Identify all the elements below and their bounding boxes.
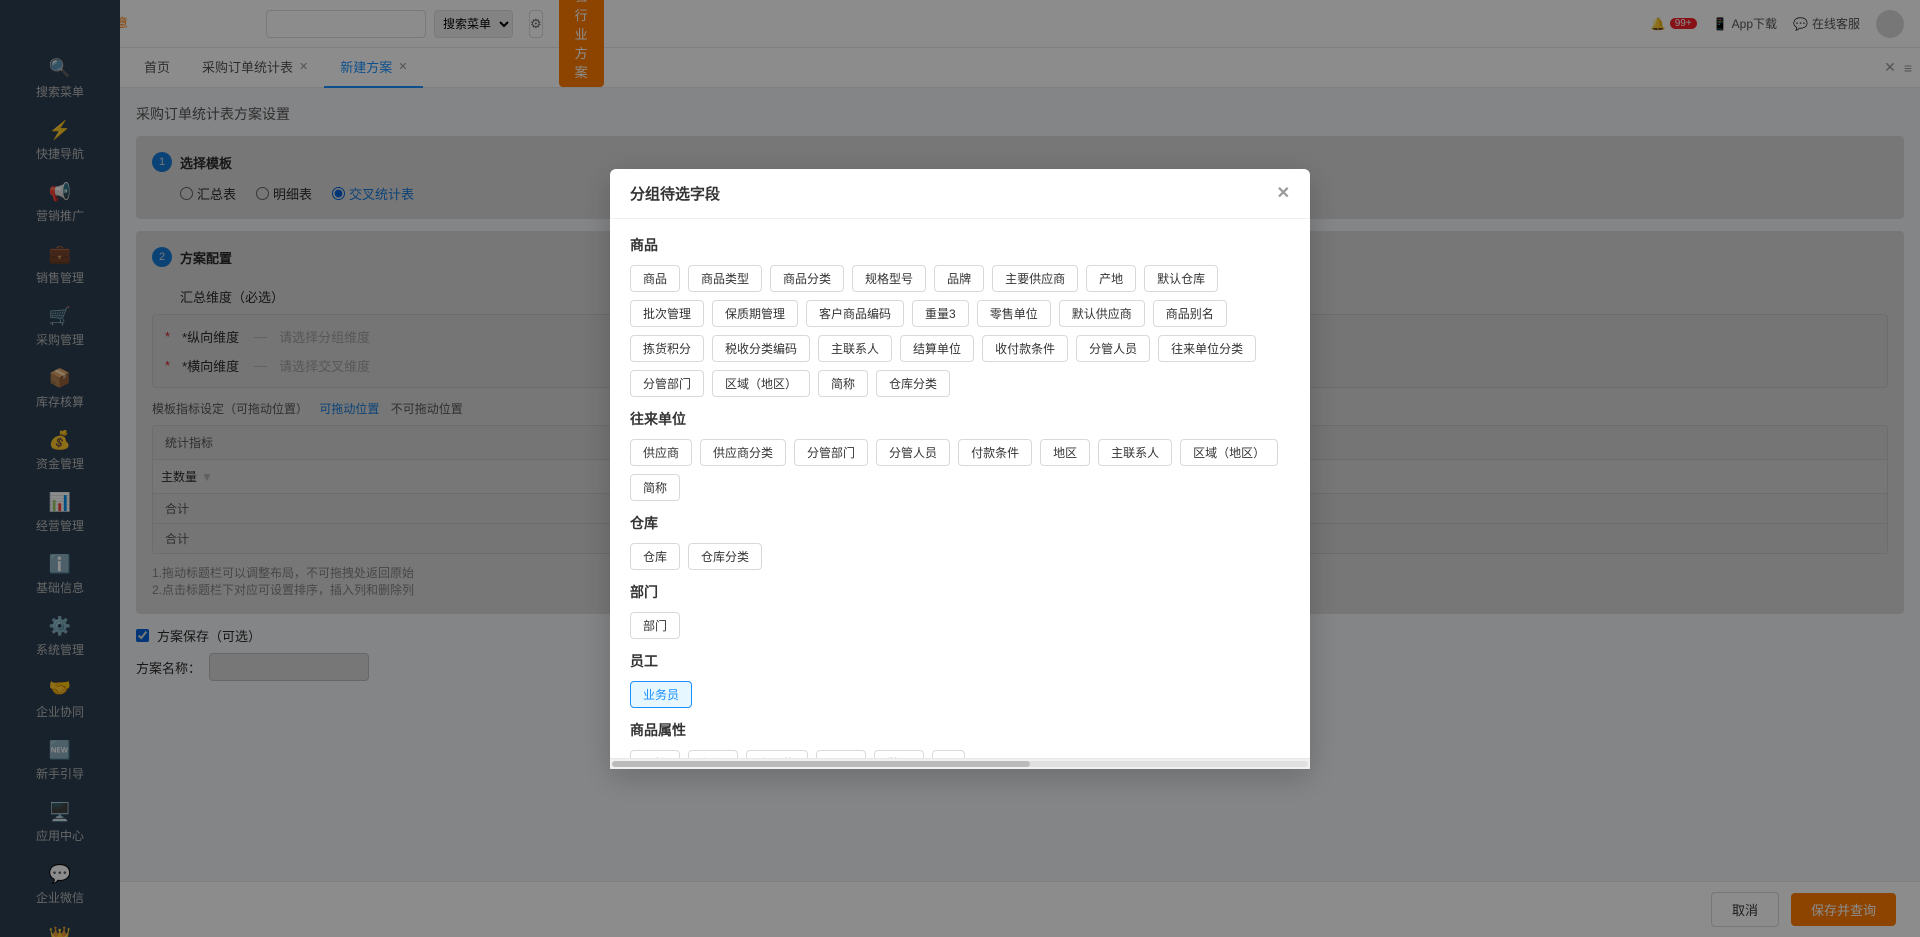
field-tag-region2[interactable]: 地区: [1040, 439, 1090, 466]
field-tag-dept1[interactable]: 分管部门: [630, 370, 704, 397]
modal-title: 分组待选字段: [630, 183, 720, 204]
field-tag-goods-category[interactable]: 商品分类: [770, 265, 844, 292]
field-tag-tax-code[interactable]: 税收分类编码: [712, 335, 810, 362]
field-tag-counterpart-category[interactable]: 往来单位分类: [1158, 335, 1256, 362]
modal-body[interactable]: 商品 商品 商品类型 商品分类 规格型号 品牌 主要供应商 产地 默认仓库 批次…: [610, 219, 1310, 758]
field-tag-short-name2[interactable]: 简称: [630, 474, 680, 501]
field-tag-settlement-unit[interactable]: 结算单位: [900, 335, 974, 362]
field-tag-warehouse-cat[interactable]: 仓库分类: [688, 543, 762, 570]
section-title-goods-attr: 商品属性: [630, 720, 1290, 740]
field-tag-supplier[interactable]: 供应商: [630, 439, 692, 466]
field-tag-default-warehouse[interactable]: 默认仓库: [1144, 265, 1218, 292]
modal-header: 分组待选字段 ✕: [610, 169, 1310, 219]
scroll-thumb: [612, 761, 1030, 767]
field-tag-main-contact1[interactable]: 主联系人: [818, 335, 892, 362]
modal-horizontal-scrollbar[interactable]: [610, 758, 1310, 769]
dept-fields: 部门: [630, 612, 1290, 639]
field-tag-origin[interactable]: 产地: [1086, 265, 1136, 292]
section-title-warehouse: 仓库: [630, 513, 1290, 533]
field-tag-responsible-person[interactable]: 分管人员: [1076, 335, 1150, 362]
field-tag-supplier-category[interactable]: 供应商分类: [700, 439, 786, 466]
goods-attr-fields: 属性 颜色 多规格 尺码 鞋码 1: [630, 750, 1290, 758]
field-tag-size[interactable]: 尺码: [816, 750, 866, 758]
counterpart-fields: 供应商 供应商分类 分管部门 分管人员 付款条件 地区 主联系人 区域（地区） …: [630, 439, 1290, 501]
field-tag-batch-manage[interactable]: 批次管理: [630, 300, 704, 327]
section-title-dept: 部门: [630, 582, 1290, 602]
field-tag-shoe-size[interactable]: 鞋码: [874, 750, 924, 758]
field-tag-region1[interactable]: 区域（地区）: [712, 370, 810, 397]
field-tag-warehouse-category1[interactable]: 仓库分类: [876, 370, 950, 397]
field-tag-weight3[interactable]: 重量3: [912, 300, 969, 327]
field-tag-goods-type[interactable]: 商品类型: [688, 265, 762, 292]
field-tag-multi-spec[interactable]: 多规格: [746, 750, 808, 758]
field-tag-customer-code[interactable]: 客户商品编码: [806, 300, 904, 327]
section-title-staff: 员工: [630, 651, 1290, 671]
field-select-modal: 分组待选字段 ✕ 商品 商品 商品类型 商品分类 规格型号 品牌 主要供应商 产…: [610, 169, 1310, 769]
scroll-track: [612, 761, 1308, 767]
modal-overlay: 分组待选字段 ✕ 商品 商品 商品类型 商品分类 规格型号 品牌 主要供应商 产…: [0, 0, 1920, 937]
staff-fields: 业务员: [630, 681, 1290, 708]
goods-fields: 商品 商品类型 商品分类 规格型号 品牌 主要供应商 产地 默认仓库 批次管理 …: [630, 265, 1290, 397]
section-title-goods: 商品: [630, 235, 1290, 255]
field-tag-color[interactable]: 颜色: [688, 750, 738, 758]
field-tag-brand[interactable]: 品牌: [934, 265, 984, 292]
field-tag-retail-unit[interactable]: 零售单位: [977, 300, 1051, 327]
field-tag-dept2[interactable]: 分管部门: [794, 439, 868, 466]
warehouse-fields: 仓库 仓库分类: [630, 543, 1290, 570]
field-tag-pick-points[interactable]: 拣货积分: [630, 335, 704, 362]
field-tag-main-contact2[interactable]: 主联系人: [1098, 439, 1172, 466]
field-tag-salesperson[interactable]: 业务员: [630, 681, 692, 708]
field-tag-default-supplier[interactable]: 默认供应商: [1059, 300, 1145, 327]
section-title-counterpart: 往来单位: [630, 409, 1290, 429]
field-tag-short-name1[interactable]: 简称: [818, 370, 868, 397]
field-tag-region-area2[interactable]: 区域（地区）: [1180, 439, 1278, 466]
field-tag-attr[interactable]: 属性: [630, 750, 680, 758]
field-tag-spec-model[interactable]: 规格型号: [852, 265, 926, 292]
modal-close-button[interactable]: ✕: [1277, 183, 1290, 203]
field-tag-warehouse[interactable]: 仓库: [630, 543, 680, 570]
field-tag-payment-cond[interactable]: 付款条件: [958, 439, 1032, 466]
field-tag-num1[interactable]: 1: [932, 750, 965, 758]
field-tag-goods[interactable]: 商品: [630, 265, 680, 292]
field-tag-dept[interactable]: 部门: [630, 612, 680, 639]
field-tag-payment-terms[interactable]: 收付款条件: [982, 335, 1068, 362]
field-tag-main-supplier[interactable]: 主要供应商: [992, 265, 1078, 292]
field-tag-expiry-manage[interactable]: 保质期管理: [712, 300, 798, 327]
field-tag-goods-alias[interactable]: 商品别名: [1153, 300, 1227, 327]
field-tag-person2[interactable]: 分管人员: [876, 439, 950, 466]
